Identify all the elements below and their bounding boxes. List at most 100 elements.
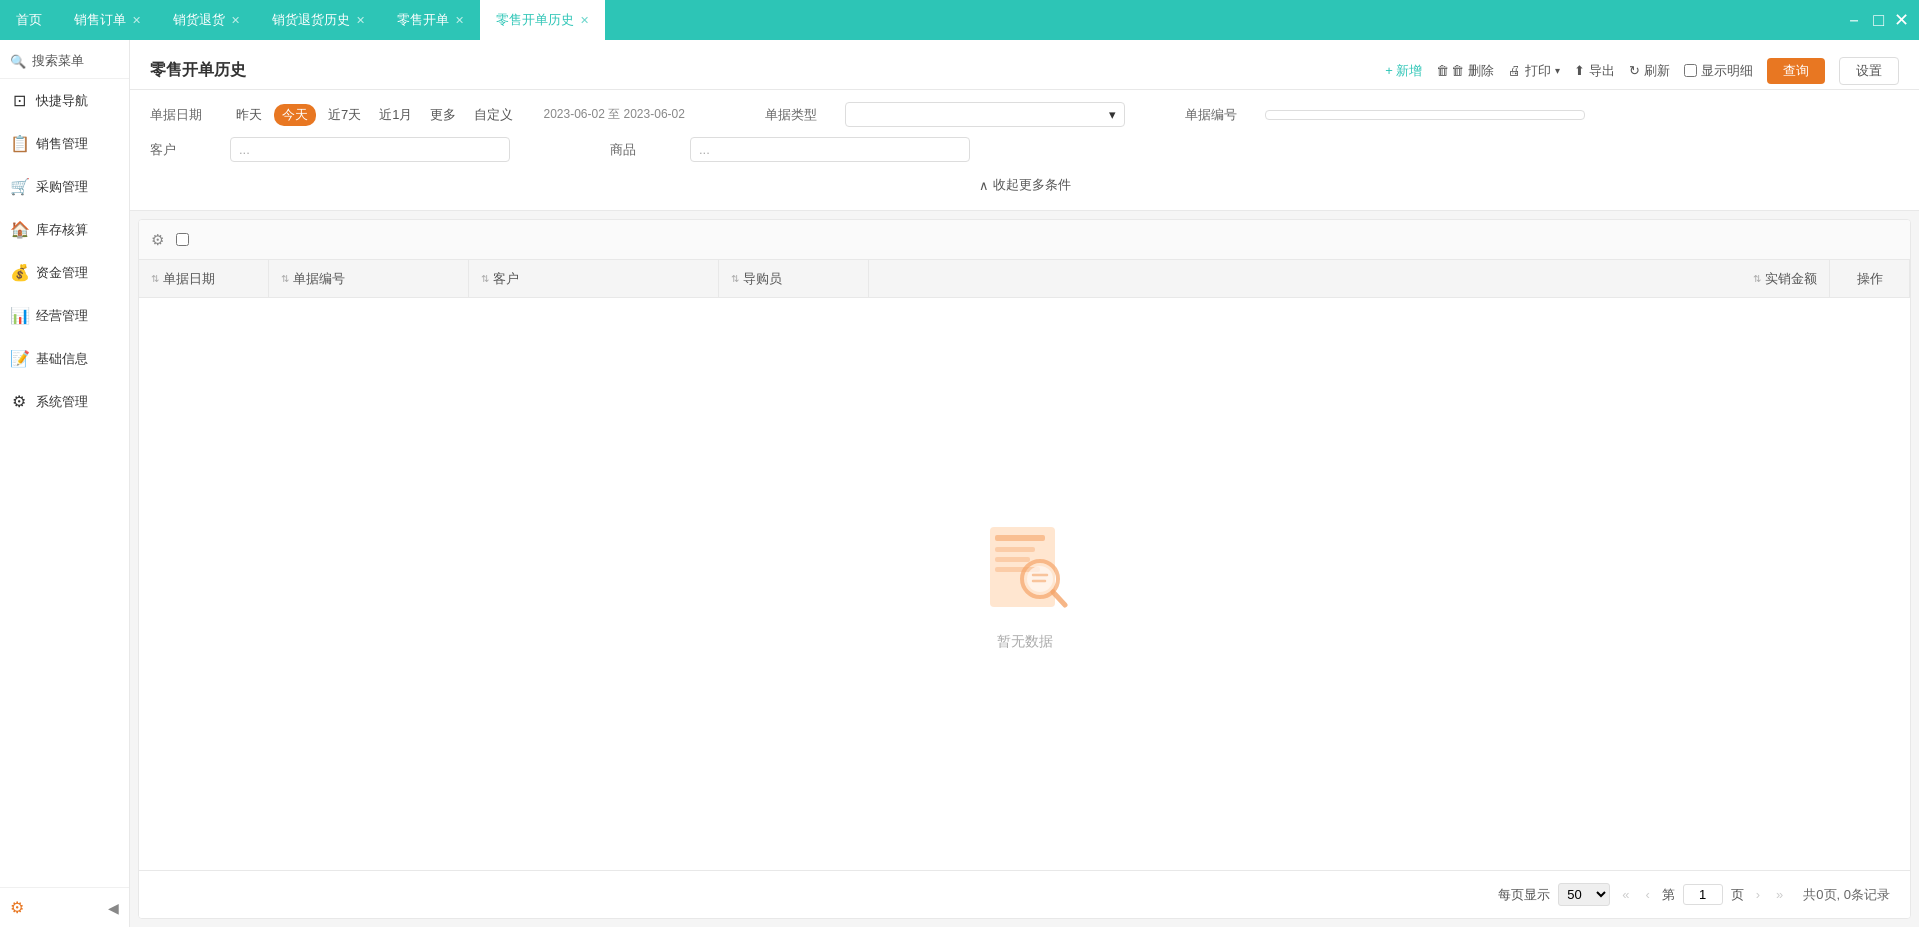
sidebar-item-purchase-mgmt[interactable]: 🛒 采购管理 bbox=[0, 165, 129, 208]
sidebar-item-label: 快捷导航 bbox=[36, 92, 88, 110]
close-tab-sales-order[interactable]: ✕ bbox=[132, 14, 141, 27]
collapse-sidebar-button[interactable]: ◀ bbox=[108, 900, 119, 916]
close-tab-retail-history[interactable]: ✕ bbox=[580, 14, 589, 27]
product-input[interactable]: ... bbox=[690, 137, 970, 162]
sidebar-search[interactable]: 🔍 搜索菜单 bbox=[0, 40, 129, 79]
sidebar-item-quick-nav[interactable]: ⊡ 快捷导航 bbox=[0, 79, 129, 122]
empty-state: 暂无数据 bbox=[139, 298, 1910, 870]
date-opt-7days[interactable]: 近7天 bbox=[322, 104, 367, 126]
tab-sales-return-history[interactable]: 销货退货历史 ✕ bbox=[256, 0, 381, 40]
print-chevron-icon: ▾ bbox=[1555, 65, 1560, 76]
tab-retail-open[interactable]: 零售开单 ✕ bbox=[381, 0, 480, 40]
filter-row-2: 客户 ... 商品 ... bbox=[150, 137, 1899, 162]
content-area: 零售开单历史 + 新增 🗑 🗑 删除 🖨 打印 ▾ ⬆ 导出 bbox=[130, 40, 1919, 927]
order-type-select[interactable]: ▾ bbox=[845, 102, 1125, 127]
top-navigation: 首页 销售订单 ✕ 销货退货 ✕ 销货退货历史 ✕ 零售开单 ✕ 零售开单历史 … bbox=[0, 0, 1919, 40]
tab-list: 首页 销售订单 ✕ 销货退货 ✕ 销货退货历史 ✕ 零售开单 ✕ 零售开单历史 … bbox=[0, 0, 1845, 40]
refresh-button[interactable]: ↻ 刷新 bbox=[1629, 62, 1670, 80]
product-filter-label: 商品 bbox=[610, 141, 670, 159]
nav-next-button[interactable]: › bbox=[1752, 887, 1764, 902]
tab-sales-return[interactable]: 销货退货 ✕ bbox=[157, 0, 256, 40]
close-tab-sales-return-history[interactable]: ✕ bbox=[356, 14, 365, 27]
export-icon: ⬆ bbox=[1574, 63, 1585, 78]
finance-icon: 💰 bbox=[10, 263, 28, 282]
svg-rect-1 bbox=[995, 535, 1045, 541]
query-button[interactable]: 查询 bbox=[1767, 58, 1825, 84]
collapse-arrow-icon: ∧ bbox=[979, 178, 989, 193]
table-settings-icon[interactable]: ⚙ bbox=[151, 231, 164, 249]
svg-point-6 bbox=[1027, 566, 1053, 592]
display-detail-checkbox[interactable] bbox=[1684, 64, 1697, 77]
date-opt-more[interactable]: 更多 bbox=[424, 104, 462, 126]
per-page-label: 每页显示 bbox=[1498, 886, 1550, 904]
sidebar-item-inventory[interactable]: 🏠 库存核算 bbox=[0, 208, 129, 251]
table-toolbar: ⚙ bbox=[139, 220, 1910, 260]
refresh-icon: ↻ bbox=[1629, 63, 1640, 78]
sidebar-item-finance[interactable]: 💰 资金管理 bbox=[0, 251, 129, 294]
nav-prev-button[interactable]: ‹ bbox=[1641, 887, 1653, 902]
date-filter-label: 单据日期 bbox=[150, 106, 210, 124]
customer-input[interactable]: ... bbox=[230, 137, 510, 162]
nav-last-button[interactable]: » bbox=[1772, 887, 1787, 902]
print-icon: 🖨 bbox=[1508, 63, 1521, 78]
close-tab-sales-return[interactable]: ✕ bbox=[231, 14, 240, 27]
close-button[interactable]: ✕ bbox=[1894, 9, 1909, 31]
per-page-select[interactable]: 50 10 20 100 bbox=[1558, 883, 1610, 906]
select-all-checkbox[interactable] bbox=[176, 233, 189, 246]
sidebar-item-label: 经营管理 bbox=[36, 307, 88, 325]
purchase-mgmt-icon: 🛒 bbox=[10, 177, 28, 196]
filter-row-1: 单据日期 昨天 今天 近7天 近1月 更多 自定义 2023-06-02 至 2… bbox=[150, 102, 1899, 127]
order-num-input[interactable] bbox=[1265, 110, 1585, 120]
sidebar: 🔍 搜索菜单 ⊡ 快捷导航 📋 销售管理 🛒 采购管理 🏠 库存核算 💰 bbox=[0, 40, 130, 927]
sidebar-item-label: 库存核算 bbox=[36, 221, 88, 239]
sidebar-item-sales-mgmt[interactable]: 📋 销售管理 bbox=[0, 122, 129, 165]
page-title: 零售开单历史 bbox=[150, 60, 246, 81]
th-op: 操作 bbox=[1830, 260, 1910, 297]
base-info-icon: 📝 bbox=[10, 349, 28, 368]
sidebar-item-operations[interactable]: 📊 经营管理 bbox=[0, 294, 129, 337]
date-opt-1month[interactable]: 近1月 bbox=[373, 104, 418, 126]
maximize-button[interactable]: □ bbox=[1873, 10, 1884, 31]
order-type-label: 单据类型 bbox=[765, 106, 825, 124]
add-button[interactable]: + 新增 bbox=[1385, 62, 1422, 80]
page-number-input[interactable] bbox=[1683, 884, 1723, 905]
sidebar-item-label: 销售管理 bbox=[36, 135, 88, 153]
customer-filter-label: 客户 bbox=[150, 141, 210, 159]
total-text: 共0页, 0条记录 bbox=[1803, 886, 1890, 904]
export-button[interactable]: ⬆ 导出 bbox=[1574, 62, 1615, 80]
tab-sales-order[interactable]: 销售订单 ✕ bbox=[58, 0, 157, 40]
sidebar-item-sys-mgmt[interactable]: ⚙ 系统管理 bbox=[0, 380, 129, 423]
empty-illustration bbox=[965, 517, 1085, 617]
date-range-display: 2023-06-02 至 2023-06-02 bbox=[543, 106, 684, 123]
sidebar-items: ⊡ 快捷导航 📋 销售管理 🛒 采购管理 🏠 库存核算 💰 资金管理 📊 bbox=[0, 79, 129, 887]
inventory-icon: 🏠 bbox=[10, 220, 28, 239]
date-opt-today[interactable]: 今天 bbox=[274, 104, 316, 126]
th-date: ⇅ 单据日期 bbox=[139, 260, 269, 297]
close-tab-retail-open[interactable]: ✕ bbox=[455, 14, 464, 27]
delete-button[interactable]: 🗑 🗑 删除 bbox=[1436, 62, 1494, 80]
tab-home[interactable]: 首页 bbox=[0, 0, 58, 40]
th-amount: ⇅ 实销金额 bbox=[869, 260, 1830, 297]
sidebar-item-label: 资金管理 bbox=[36, 264, 88, 282]
setting-button[interactable]: 设置 bbox=[1839, 57, 1899, 85]
date-opt-yesterday[interactable]: 昨天 bbox=[230, 104, 268, 126]
tab-retail-history[interactable]: 零售开单历史 ✕ bbox=[480, 0, 605, 40]
filter-area: 单据日期 昨天 今天 近7天 近1月 更多 自定义 2023-06-02 至 2… bbox=[130, 90, 1919, 211]
minimize-button[interactable]: － bbox=[1845, 8, 1863, 32]
print-button[interactable]: 🖨 打印 ▾ bbox=[1508, 62, 1560, 80]
search-icon: 🔍 bbox=[10, 54, 26, 69]
settings-icon[interactable]: ⚙ bbox=[10, 898, 24, 917]
nav-first-button[interactable]: « bbox=[1618, 887, 1633, 902]
display-detail-toggle[interactable]: 显示明细 bbox=[1684, 62, 1753, 80]
sort-icon: ⇅ bbox=[481, 273, 489, 284]
sidebar-item-label: 采购管理 bbox=[36, 178, 88, 196]
table-wrapper: ⚙ ⇅ 单据日期 ⇅ 单据编号 ⇅ 客户 ⇅ 导购员 bbox=[138, 219, 1911, 919]
sidebar-item-base-info[interactable]: 📝 基础信息 bbox=[0, 337, 129, 380]
sidebar-bottom: ⚙ ◀ bbox=[0, 887, 129, 927]
sidebar-item-label: 基础信息 bbox=[36, 350, 88, 368]
date-opt-custom[interactable]: 自定义 bbox=[468, 104, 519, 126]
window-controls: － □ ✕ bbox=[1845, 8, 1919, 32]
toolbar: + 新增 🗑 🗑 删除 🖨 打印 ▾ ⬆ 导出 ↻ 刷新 bbox=[1385, 57, 1899, 85]
svg-rect-3 bbox=[995, 557, 1030, 562]
collapse-filter-button[interactable]: ∧ 收起更多条件 bbox=[150, 172, 1899, 198]
